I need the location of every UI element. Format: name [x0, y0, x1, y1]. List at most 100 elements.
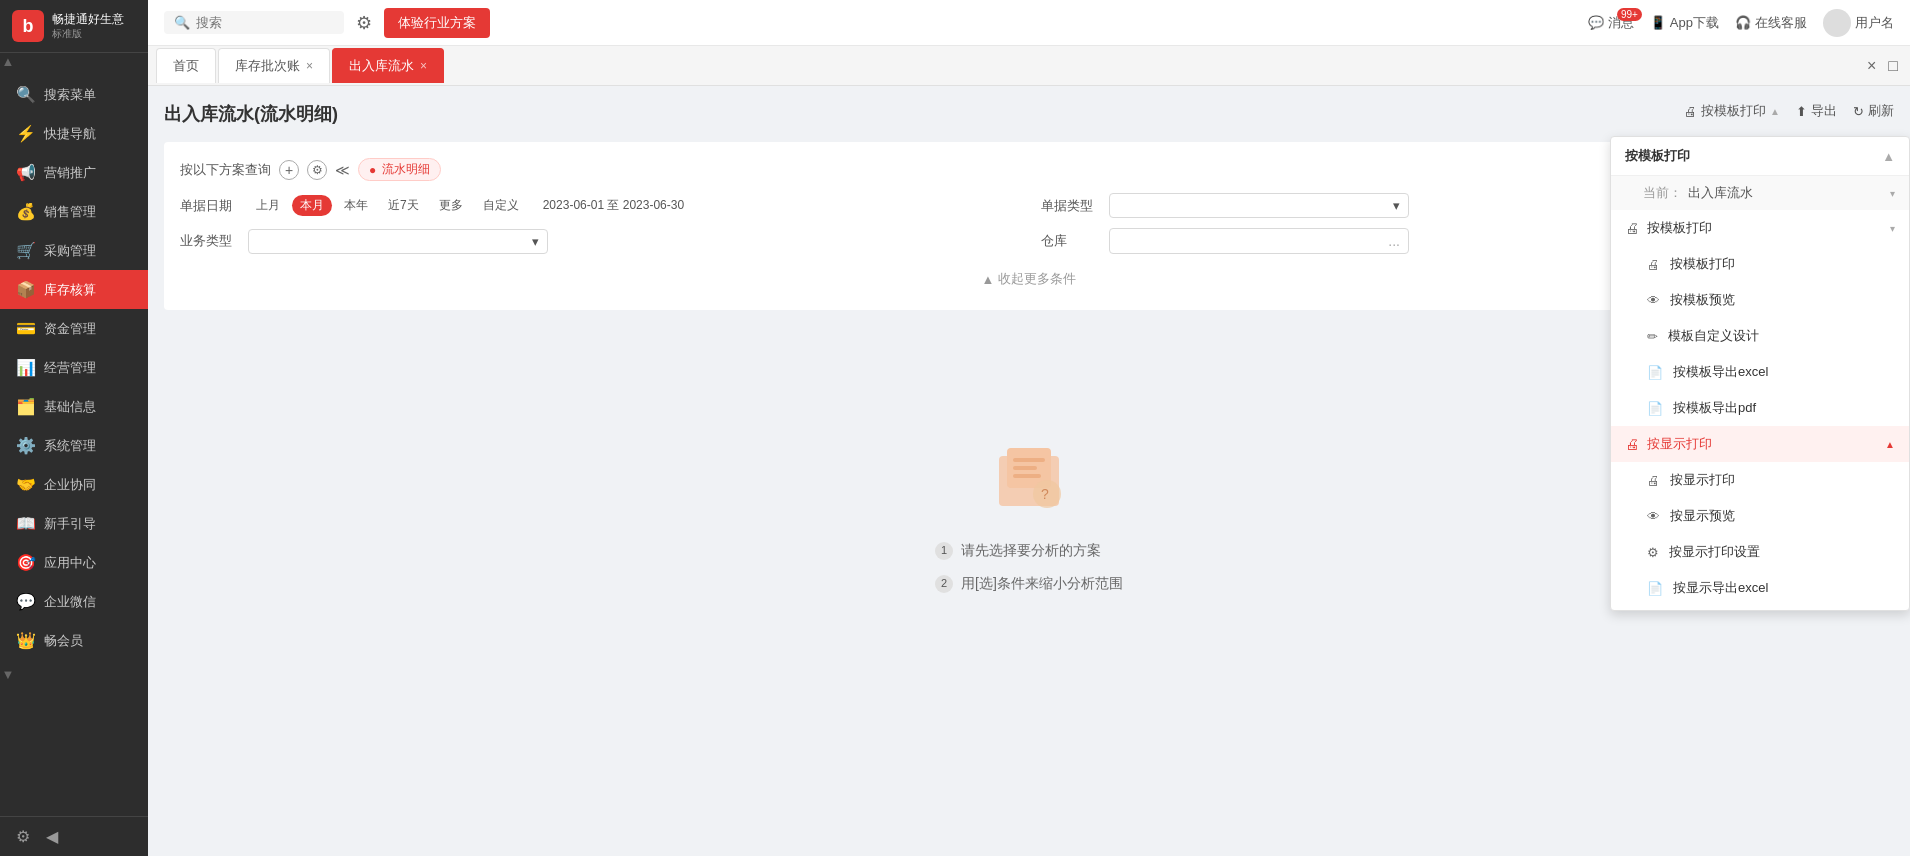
sidebar-scroll-up[interactable]: ▲	[0, 53, 16, 69]
win-close-btn[interactable]: ×	[1863, 53, 1880, 79]
export-btn[interactable]: ⬆ 导出	[1796, 102, 1837, 120]
win-max-btn[interactable]: □	[1884, 53, 1902, 79]
item-display-export-pdf[interactable]: 📄 按显示导出pdf	[1611, 606, 1909, 610]
refresh-icon: ↻	[1853, 104, 1864, 119]
refresh-btn[interactable]: ↻ 刷新	[1853, 102, 1894, 120]
item-template-preview-icon: 👁	[1647, 293, 1660, 308]
item-display-export-excel[interactable]: 📄 按显示导出excel	[1611, 570, 1909, 606]
industry-btn[interactable]: 体验行业方案	[384, 8, 490, 38]
sidebar-item-vip[interactable]: 👑畅会员	[0, 621, 148, 660]
item-display-export-excel-label: 按显示导出excel	[1673, 579, 1768, 597]
dropdown-panel: 按模板打印 ▲ 当前： 出入库流水 ▾ 🖨 按模板打印 ▾	[1610, 136, 1910, 611]
sidebar-item-base[interactable]: 🗂️基础信息	[0, 387, 148, 426]
user-avatar-area[interactable]: 用户名	[1823, 9, 1894, 37]
operations-icon: 📊	[16, 358, 36, 377]
sidebar-item-marketing[interactable]: 📢营销推广	[0, 153, 148, 192]
section-template-print-header[interactable]: 🖨 按模板打印 ▾	[1611, 210, 1909, 246]
date-tab-本月[interactable]: 本月	[292, 195, 332, 216]
sidebar-item-search[interactable]: 🔍搜索菜单	[0, 75, 148, 114]
item-display-print-settings-icon: ⚙	[1647, 545, 1659, 560]
topbar-right: 💬 消息 99+ 📱 App下载 🎧 在线客服 用户名	[1588, 9, 1894, 37]
tab-inout-flow-label: 出入库流水	[349, 57, 414, 75]
item-template-print-icon: 🖨	[1647, 257, 1660, 272]
dropdown-header: 按模板打印 ▲	[1611, 137, 1909, 176]
online-service-label: 在线客服	[1755, 14, 1807, 32]
date-tab-自定义[interactable]: 自定义	[475, 195, 527, 216]
tab-inventory-batch-label: 库存批次账	[235, 57, 300, 75]
section-template-print-icon: 🖨	[1625, 220, 1639, 236]
tab-window-controls: × □	[1863, 53, 1902, 79]
item-display-preview[interactable]: 👁 按显示预览	[1611, 498, 1909, 534]
item-template-export-pdf[interactable]: 📄 按模板导出pdf	[1611, 390, 1909, 426]
sidebar-item-inventory[interactable]: 📦库存核算	[0, 270, 148, 309]
sidebar-item-sales[interactable]: 💰销售管理	[0, 192, 148, 231]
sidebar-logo: b 畅捷通好生意 标准版	[0, 0, 148, 53]
message-btn[interactable]: 💬 消息 99+	[1588, 14, 1634, 32]
app-download-icon: 📱	[1650, 15, 1666, 30]
date-tab-近7天[interactable]: 近7天	[380, 195, 427, 216]
sidebar-item-guide[interactable]: 📖新手引导	[0, 504, 148, 543]
warehouse-select[interactable]: ...	[1109, 228, 1409, 254]
item-template-export-pdf-label: 按模板导出pdf	[1673, 399, 1756, 417]
item-template-custom-icon: ✏	[1647, 329, 1658, 344]
sidebar-item-wechat[interactable]: 💬企业微信	[0, 582, 148, 621]
item-template-print-label: 按模板打印	[1670, 255, 1735, 273]
page-title: 出入库流水(流水明细)	[164, 102, 1894, 126]
item-display-print-settings-label: 按显示打印设置	[1669, 543, 1760, 561]
item-template-print[interactable]: 🖨 按模板打印	[1611, 246, 1909, 282]
item-template-preview[interactable]: 👁 按模板预览	[1611, 282, 1909, 318]
sidebar-item-appstore[interactable]: 🎯应用中心	[0, 543, 148, 582]
tab-inout-flow[interactable]: 出入库流水 ×	[332, 48, 444, 83]
sidebar-nav: 🔍搜索菜单⚡快捷导航📢营销推广💰销售管理🛒采购管理📦库存核算💳资金管理 📊 经营管理…	[0, 69, 148, 666]
username: 用户名	[1855, 14, 1894, 32]
item-template-custom[interactable]: ✏ 模板自定义设计	[1611, 318, 1909, 354]
sidebar-item-system[interactable]: ⚙️系统管理	[0, 426, 148, 465]
search-icon: 🔍	[16, 85, 36, 104]
message-badge: 99+	[1617, 8, 1642, 21]
sidebar-item-collab[interactable]: 🤝企业协同	[0, 465, 148, 504]
doctype-select[interactable]: ▾	[1109, 193, 1409, 218]
vip-icon: 👑	[16, 631, 36, 650]
filter-add-btn[interactable]: +	[279, 160, 299, 180]
filter-settings-btn[interactable]: ⚙	[307, 160, 327, 180]
sidebar-item-label-operations: 经营管理	[44, 359, 96, 377]
biztype-field: 业务类型 ▾	[180, 229, 1017, 254]
item-display-print-settings[interactable]: ⚙ 按显示打印设置	[1611, 534, 1909, 570]
filter-tag[interactable]: ● 流水明细	[358, 158, 441, 181]
dropdown-scroll: 🖨 按模板打印 ▾ 🖨 按模板打印 👁 按模板预览 ✏	[1611, 210, 1909, 610]
warehouse-more[interactable]: ...	[1388, 233, 1400, 249]
tab-home[interactable]: 首页	[156, 48, 216, 83]
export-label: 导出	[1811, 102, 1837, 120]
footer-settings-icon[interactable]: ⚙	[16, 827, 30, 846]
online-service-btn[interactable]: 🎧 在线客服	[1735, 14, 1807, 32]
print-icon: 🖨	[1684, 104, 1697, 119]
item-display-print[interactable]: 🖨 按显示打印	[1611, 462, 1909, 498]
tab-inout-flow-close[interactable]: ×	[420, 59, 427, 73]
sidebar-item-purchase[interactable]: 🛒采购管理	[0, 231, 148, 270]
sidebar-item-quick-nav[interactable]: ⚡快捷导航	[0, 114, 148, 153]
footer-collapse-icon[interactable]: ◀	[46, 827, 58, 846]
sidebar-scroll-down[interactable]: ▼	[0, 666, 16, 682]
sidebar-item-operations[interactable]: 📊 经营管理	[0, 348, 148, 387]
biztype-label: 业务类型	[180, 232, 240, 250]
search-box[interactable]: 🔍	[164, 11, 344, 34]
item-template-export-excel[interactable]: 📄 按模板导出excel	[1611, 354, 1909, 390]
biztype-select[interactable]: ▾	[248, 229, 548, 254]
date-tab-更多[interactable]: 更多	[431, 195, 471, 216]
sidebar-item-finance[interactable]: 💳资金管理	[0, 309, 148, 348]
app-download-btn[interactable]: 📱 App下载	[1650, 14, 1719, 32]
print-template-btn[interactable]: 🖨 按模板打印 ▲	[1684, 102, 1780, 120]
svg-text:?: ?	[1041, 486, 1049, 502]
date-tab-上月[interactable]: 上月	[248, 195, 288, 216]
section-display-print-header[interactable]: 🖨 按显示打印 ▲	[1611, 426, 1909, 462]
search-input[interactable]	[196, 15, 334, 30]
doctype-label: 单据类型	[1041, 197, 1101, 215]
topbar-settings-icon[interactable]: ⚙	[356, 12, 372, 34]
tab-inventory-batch[interactable]: 库存批次账 ×	[218, 48, 330, 83]
filter-collapse-btn[interactable]: ≪	[335, 162, 350, 178]
wechat-icon: 💬	[16, 592, 36, 611]
date-tab-本年[interactable]: 本年	[336, 195, 376, 216]
tab-inventory-batch-close[interactable]: ×	[306, 59, 313, 73]
svg-rect-3	[1013, 466, 1037, 470]
item-template-export-excel-label: 按模板导出excel	[1673, 363, 1768, 381]
